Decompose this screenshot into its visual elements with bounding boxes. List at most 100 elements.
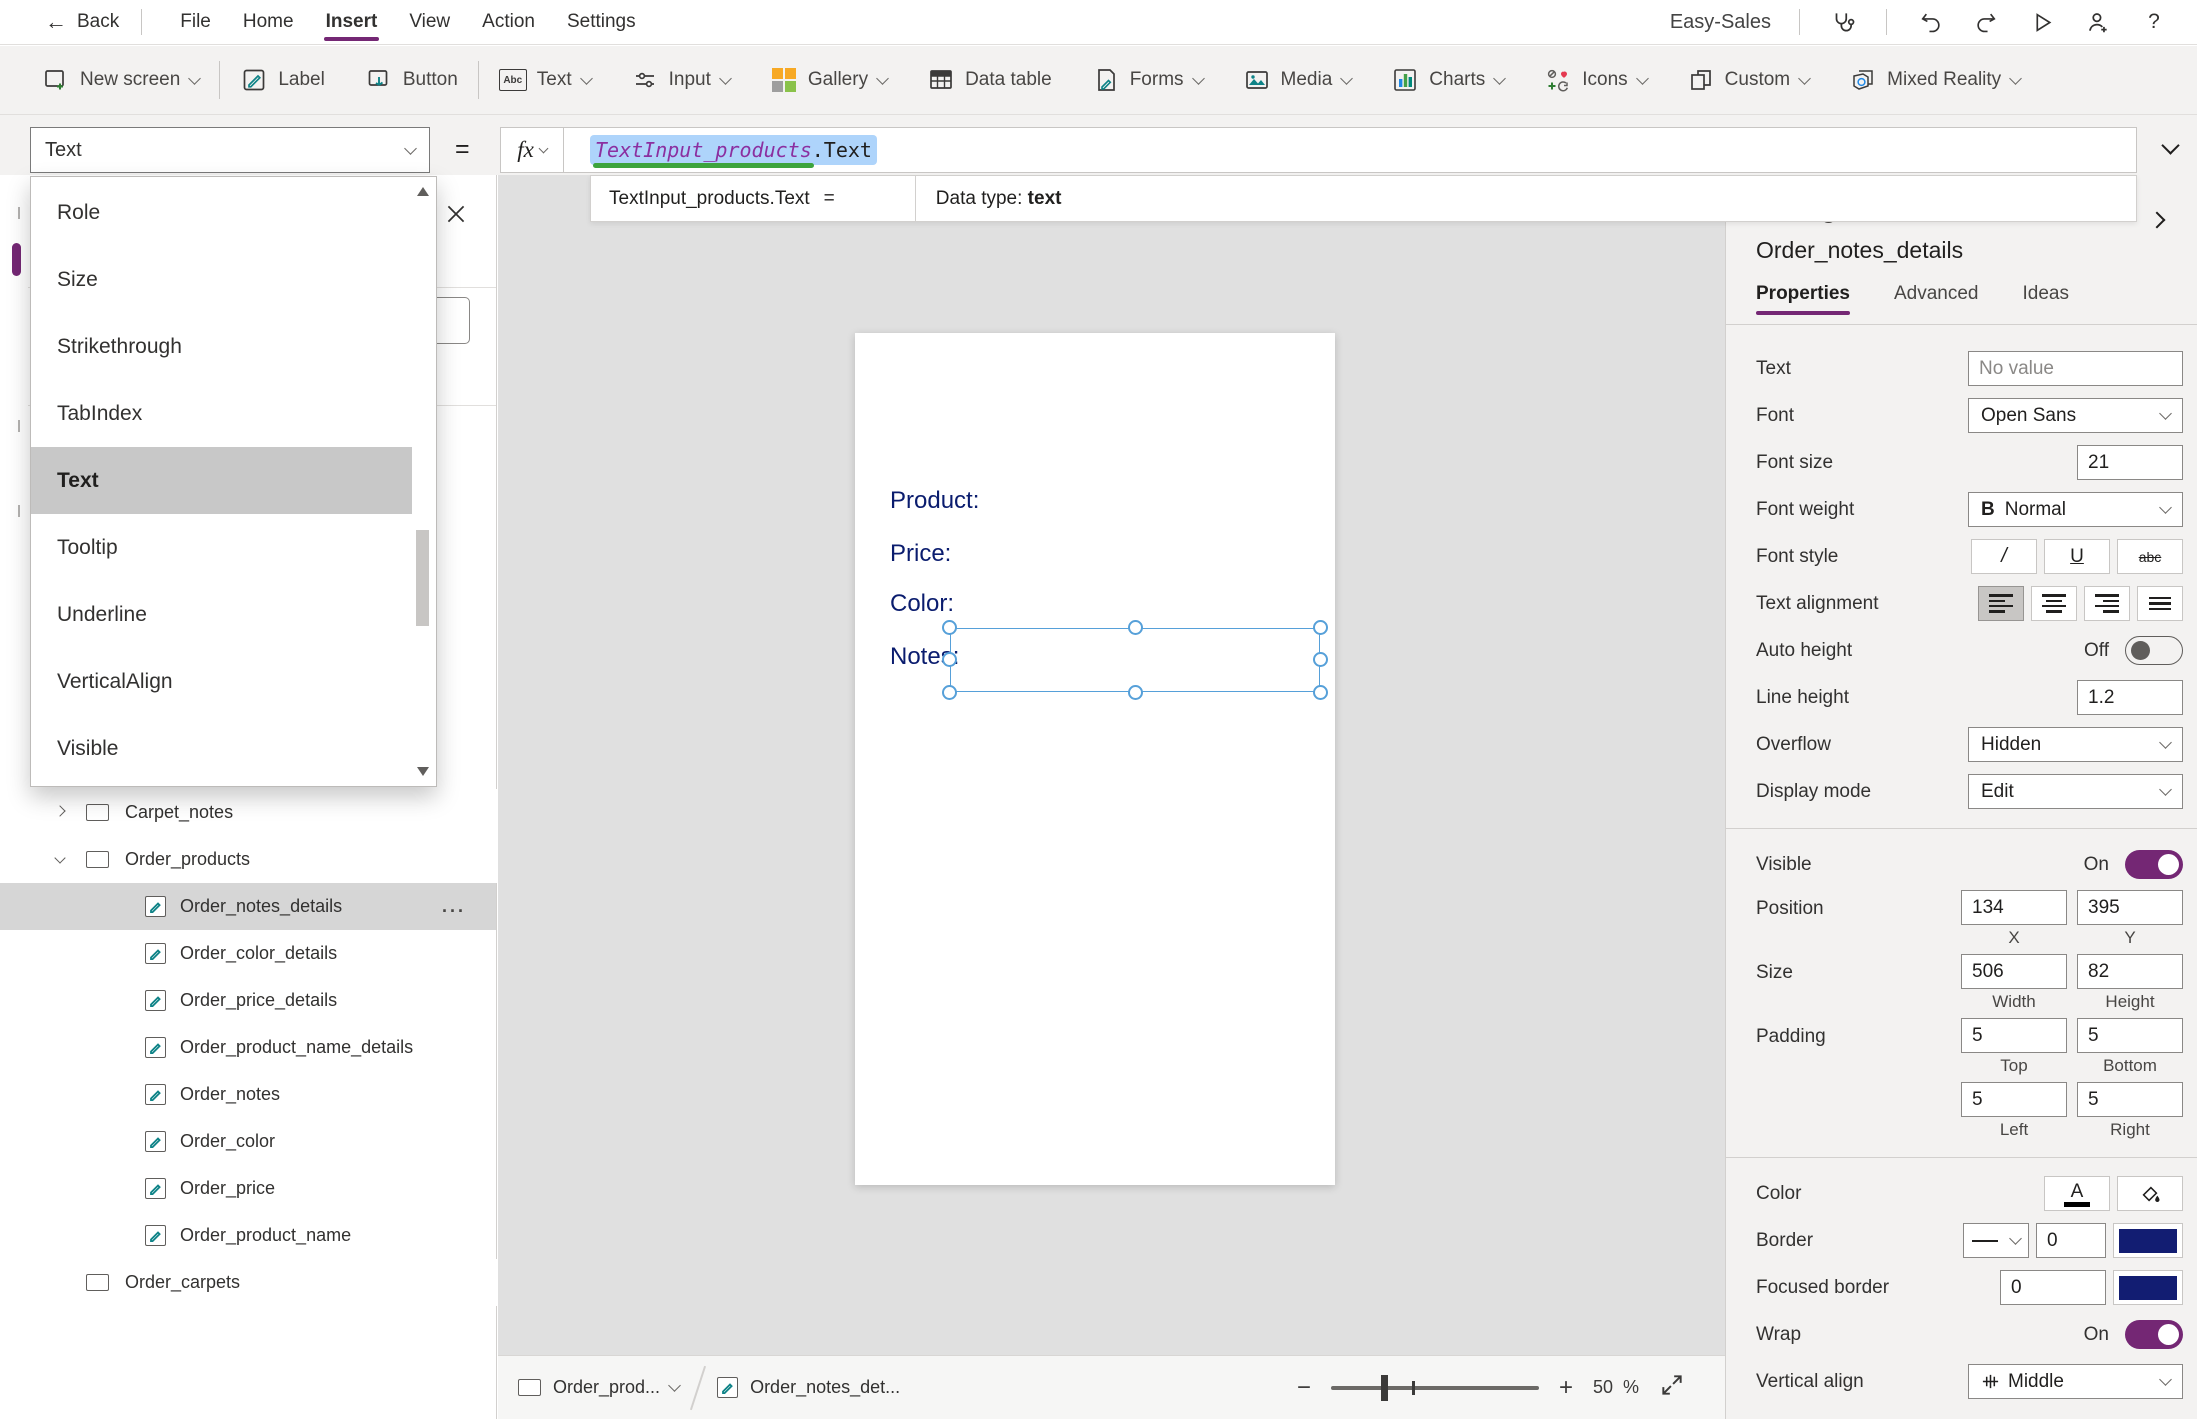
resize-handle-nw[interactable] [942, 620, 957, 635]
ribbon-charts[interactable]: Charts [1371, 46, 1524, 115]
undo-icon[interactable] [1915, 7, 1945, 37]
app-checker-stethoscope-icon[interactable] [1828, 7, 1858, 37]
align-center-button[interactable] [2031, 586, 2077, 621]
ribbon-label[interactable]: Label [220, 46, 345, 115]
resize-handle-w[interactable] [942, 652, 957, 667]
underline-button[interactable]: U [2044, 539, 2110, 574]
resize-handle-ne[interactable] [1313, 620, 1328, 635]
tree-item-order-price-details[interactable]: Order_price_details [0, 977, 496, 1024]
tab-properties[interactable]: Properties [1756, 283, 1850, 315]
border-width-input[interactable]: 0 [2036, 1223, 2106, 1258]
screen-artboard[interactable]: Product: Price: Color: Notes: [855, 333, 1335, 1185]
item-more-menu[interactable]: ... [442, 896, 466, 917]
preview-play-icon[interactable] [2027, 7, 2057, 37]
font-size-input[interactable]: 21 [2077, 445, 2183, 480]
tab-advanced[interactable]: Advanced [1894, 283, 1979, 315]
italic-button[interactable]: / [1971, 539, 2037, 574]
formula-bar-collapse-chevron[interactable] [2152, 133, 2188, 161]
tree-item-order-color[interactable]: Order_color [0, 1118, 496, 1165]
wrap-toggle[interactable] [2125, 1320, 2183, 1349]
zoom-out-button[interactable]: − [1297, 1374, 1311, 1402]
font-color-button[interactable]: A [2044, 1176, 2110, 1211]
ribbon-icons[interactable]: Icons [1524, 46, 1666, 115]
menu-settings[interactable]: Settings [551, 0, 652, 45]
redo-icon[interactable] [1971, 7, 2001, 37]
canvas-label-product[interactable]: Product: [890, 487, 979, 515]
ribbon-button[interactable]: Button [345, 46, 478, 115]
ribbon-mixed-reality[interactable]: Mixed Reality [1829, 46, 2040, 115]
ribbon-new-screen[interactable]: New screen [22, 46, 219, 115]
canvas-label-price[interactable]: Price: [890, 540, 951, 568]
dropdown-option-underline[interactable]: Underline [31, 581, 412, 648]
align-left-button[interactable] [1978, 586, 2024, 621]
line-height-input[interactable]: 1.2 [2077, 680, 2183, 715]
dropdown-option-visible[interactable]: Visible [31, 715, 412, 782]
scroll-up-arrow[interactable] [417, 187, 429, 196]
resize-handle-sw[interactable] [942, 685, 957, 700]
ribbon-gallery[interactable]: Gallery [750, 46, 907, 115]
breadcrumb-screen[interactable]: Order_prod... [518, 1377, 681, 1398]
design-canvas[interactable]: Product: Price: Color: Notes: [498, 175, 1725, 1355]
position-x-input[interactable]: 134 [1961, 890, 2067, 925]
tree-item-order-product-name-details[interactable]: Order_product_name_details [0, 1024, 496, 1071]
padding-right-input[interactable]: 5 [2077, 1082, 2183, 1117]
padding-top-input[interactable]: 5 [1961, 1018, 2067, 1053]
resize-handle-se[interactable] [1313, 685, 1328, 700]
border-color-swatch[interactable] [2113, 1223, 2183, 1258]
padding-bottom-input[interactable]: 5 [2077, 1018, 2183, 1053]
dropdown-option-size[interactable]: Size [31, 246, 412, 313]
tree-item-order-product-name[interactable]: Order_product_name [0, 1212, 496, 1259]
tab-ideas[interactable]: Ideas [2023, 283, 2069, 315]
tree-item-order-notes-details[interactable]: Order_notes_details ... [0, 883, 496, 930]
strikethrough-button[interactable]: abc [2117, 539, 2183, 574]
visible-toggle[interactable] [2125, 850, 2183, 879]
fill-color-button[interactable] [2117, 1176, 2183, 1211]
tree-item-order-notes[interactable]: Order_notes [0, 1071, 496, 1118]
selected-control-bounds[interactable] [942, 620, 1328, 700]
auto-height-toggle[interactable] [2125, 636, 2183, 665]
resize-handle-s[interactable] [1128, 685, 1143, 700]
breadcrumb-control[interactable]: Order_notes_det... [717, 1377, 900, 1398]
ribbon-data-table[interactable]: Data table [907, 46, 1072, 115]
dropdown-option-verticalalign[interactable]: VerticalAlign [31, 648, 412, 715]
canvas-label-color[interactable]: Color: [890, 590, 954, 618]
back-button[interactable]: ← Back [45, 11, 119, 33]
dropdown-option-strikethrough[interactable]: Strikethrough [31, 313, 412, 380]
border-style-select[interactable] [1963, 1223, 2029, 1258]
scroll-down-arrow[interactable] [417, 767, 429, 776]
resize-handle-e[interactable] [1313, 652, 1328, 667]
ribbon-custom[interactable]: Custom [1667, 46, 1829, 115]
display-mode-select[interactable]: Edit [1968, 774, 2183, 809]
focused-border-color-swatch[interactable] [2113, 1270, 2183, 1305]
ribbon-text[interactable]: Abc Text [479, 46, 611, 115]
share-user-icon[interactable] [2083, 7, 2113, 37]
scrollbar-thumb[interactable] [416, 530, 429, 626]
property-selector[interactable]: Text [30, 127, 430, 173]
dropdown-option-text[interactable]: Text [31, 447, 412, 514]
menu-action[interactable]: Action [466, 0, 551, 45]
font-select[interactable]: Open Sans [1968, 398, 2183, 433]
dropdown-scrollbar[interactable] [412, 179, 434, 784]
resize-handle-n[interactable] [1128, 620, 1143, 635]
fit-to-window-icon[interactable] [1659, 1372, 1685, 1403]
zoom-slider[interactable] [1330, 1374, 1539, 1402]
menu-insert[interactable]: Insert [310, 0, 394, 45]
expander-expanded-icon[interactable] [54, 851, 86, 864]
ribbon-media[interactable]: Media [1223, 46, 1372, 115]
menu-home[interactable]: Home [227, 0, 310, 45]
vertical-align-select[interactable]: Middle [1968, 1364, 2183, 1399]
panel-collapse-chevron[interactable] [2148, 211, 2175, 237]
help-icon[interactable]: ? [2139, 7, 2169, 37]
padding-left-input[interactable]: 5 [1961, 1082, 2067, 1117]
menu-view[interactable]: View [393, 0, 466, 45]
zoom-in-button[interactable]: + [1559, 1374, 1573, 1402]
zoom-slider-thumb[interactable] [1380, 1374, 1388, 1401]
tree-item-order-price[interactable]: Order_price [0, 1165, 496, 1212]
font-weight-select[interactable]: B Normal [1968, 492, 2183, 527]
focused-border-width-input[interactable]: 0 [2000, 1270, 2106, 1305]
ribbon-input[interactable]: Input [611, 46, 750, 115]
ribbon-forms[interactable]: Forms [1072, 46, 1223, 115]
size-height-input[interactable]: 82 [2077, 954, 2183, 989]
align-justify-button[interactable] [2137, 586, 2183, 621]
size-width-input[interactable]: 506 [1961, 954, 2067, 989]
